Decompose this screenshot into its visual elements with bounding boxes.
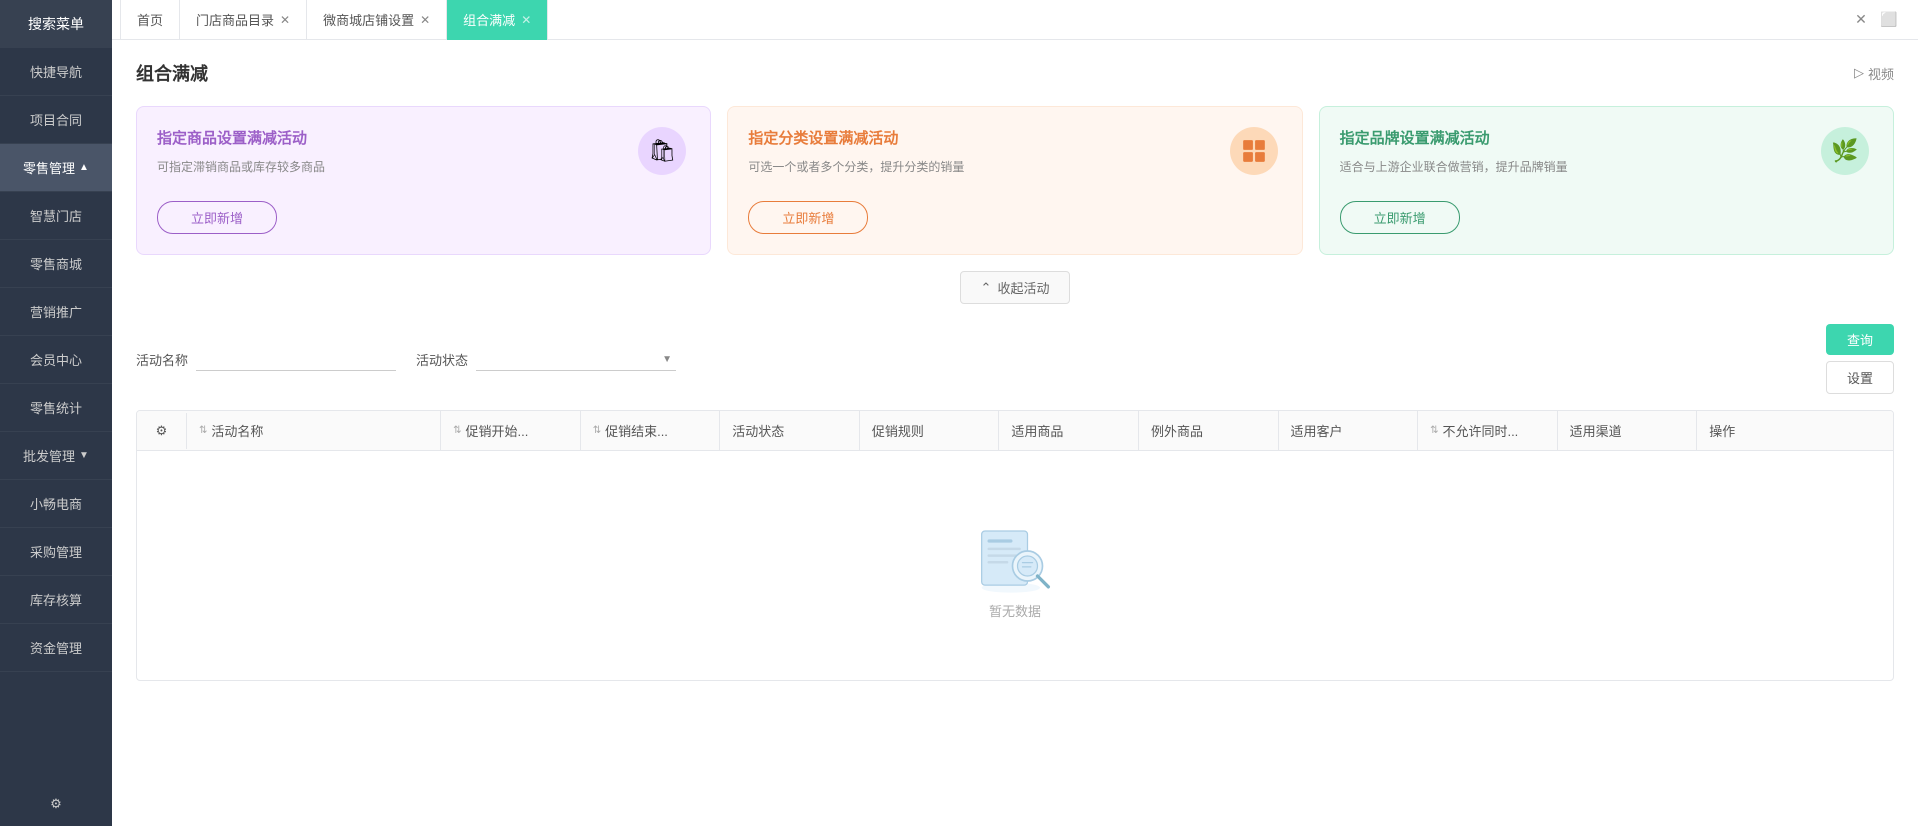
- category-card-title: 指定分类设置满减活动: [748, 127, 1281, 148]
- tab-close-product-catalog[interactable]: ✕: [280, 13, 290, 27]
- page-header: 组合满减 ▷ 视频: [136, 60, 1894, 86]
- th-applicable-goods: 适用商品: [999, 411, 1139, 450]
- filter-status-item: 活动状态 ▼: [416, 347, 676, 371]
- tab-wechat-shop[interactable]: 微商城店铺设置 ✕: [307, 0, 447, 40]
- empty-state: 暂无数据: [137, 451, 1893, 680]
- sidebar-item-smart-store[interactable]: 智慧门店: [0, 192, 112, 240]
- chevron-up-icon: ⌃: [981, 280, 992, 296]
- filter-name-item: 活动名称: [136, 347, 396, 371]
- brand-card-desc: 适合与上游企业联合做营销，提升品牌销量: [1340, 158, 1873, 177]
- filter-row: 活动名称 活动状态 ▼ 查询 设置: [136, 324, 1894, 394]
- tab-combo-discount[interactable]: 组合满减 ✕: [447, 0, 548, 40]
- sidebar-item-retail-mall[interactable]: 零售商城: [0, 240, 112, 288]
- category-card-desc: 可选一个或者多个分类，提升分类的销量: [748, 158, 1281, 177]
- empty-illustration: [965, 511, 1065, 601]
- activity-name-label: 活动名称: [136, 350, 188, 369]
- window-controls: ✕ ⬜: [1840, 9, 1910, 31]
- collapse-activities-button[interactable]: ⌃ 收起活动: [960, 271, 1071, 304]
- th-no-concurrent[interactable]: ⇅ 不允许同时...: [1418, 411, 1558, 450]
- product-card-desc: 可指定滞销商品或库存较多商品: [157, 158, 690, 177]
- sidebar-item-wholesale-mgmt[interactable]: 批发管理 ▼: [0, 432, 112, 480]
- activity-name-input[interactable]: [196, 347, 396, 371]
- activity-status-select-wrapper: ▼: [476, 347, 676, 371]
- th-applicable-channel: 适用渠道: [1558, 411, 1698, 450]
- chevron-up-icon: ▲: [79, 162, 89, 173]
- sidebar-item-project-contract[interactable]: 项目合同: [0, 96, 112, 144]
- tab-home[interactable]: 首页: [120, 0, 180, 40]
- th-exception-goods: 例外商品: [1139, 411, 1279, 450]
- empty-text: 暂无数据: [989, 601, 1041, 620]
- sidebar: 搜索菜单 快捷导航 项目合同 零售管理 ▲ 智慧门店 零售商城 营销推广 会员中…: [0, 0, 112, 826]
- gear-icon: ⚙: [156, 423, 168, 439]
- tab-close-wechat-shop[interactable]: ✕: [420, 13, 430, 27]
- tab-bar: 首页 门店商品目录 ✕ 微商城店铺设置 ✕ 组合满减 ✕ ✕ ⬜: [112, 0, 1918, 40]
- sidebar-item-quick-nav[interactable]: 快捷导航: [0, 48, 112, 96]
- cards-row: 指定商品设置满减活动 🛍 可指定滞销商品或库存较多商品 立即新增 指定分类设置满…: [136, 106, 1894, 255]
- th-promo-rule: 促销规则: [860, 411, 1000, 450]
- th-promo-start[interactable]: ⇅ 促销开始...: [441, 411, 581, 450]
- category-card: 指定分类设置满减活动 可选一个或者多个分类，提升分类的销量 立即新增: [727, 106, 1302, 255]
- th-gear[interactable]: ⚙: [137, 413, 187, 449]
- product-card: 指定商品设置满减活动 🛍 可指定滞销商品或库存较多商品 立即新增: [136, 106, 711, 255]
- sidebar-item-xiaochangec[interactable]: 小畅电商: [0, 480, 112, 528]
- sidebar-item-retail-stats[interactable]: 零售统计: [0, 384, 112, 432]
- sidebar-item-purchase-mgmt[interactable]: 采购管理: [0, 528, 112, 576]
- sidebar-item-member-center[interactable]: 会员中心: [0, 336, 112, 384]
- play-icon: ▷: [1854, 65, 1864, 81]
- sidebar-item-marketing[interactable]: 营销推广: [0, 288, 112, 336]
- activity-status-label: 活动状态: [416, 350, 468, 369]
- sidebar-item-fund-mgmt[interactable]: 资金管理: [0, 624, 112, 672]
- th-activity-name[interactable]: ⇅ 活动名称: [187, 411, 441, 450]
- close-window-button[interactable]: ✕: [1850, 9, 1872, 31]
- brand-card-title: 指定品牌设置满减活动: [1340, 127, 1873, 148]
- activity-status-select[interactable]: [476, 347, 676, 371]
- brand-card-add-button[interactable]: 立即新增: [1340, 201, 1460, 234]
- data-table: ⚙ ⇅ 活动名称 ⇅ 促销开始... ⇅ 促销结束... 活动状态: [136, 410, 1894, 681]
- brand-card: 指定品牌设置满减活动 🌿 适合与上游企业联合做营销，提升品牌销量 立即新增: [1319, 106, 1894, 255]
- sidebar-item-retail-mgmt[interactable]: 零售管理 ▲: [0, 144, 112, 192]
- chevron-down-icon: ▼: [79, 450, 89, 461]
- setting-button[interactable]: 设置: [1826, 361, 1894, 394]
- table-header: ⚙ ⇅ 活动名称 ⇅ 促销开始... ⇅ 促销结束... 活动状态: [137, 411, 1893, 451]
- category-card-icon: [1230, 127, 1278, 175]
- brand-card-icon: 🌿: [1821, 127, 1869, 175]
- sort-icon: ⇅: [593, 425, 601, 436]
- page-content: 组合满减 ▷ 视频 指定商品设置满减活动 🛍 可指定滞销商品或库存较多商品 立即…: [112, 40, 1918, 826]
- product-card-title: 指定商品设置满减活动: [157, 127, 690, 148]
- query-button[interactable]: 查询: [1826, 324, 1894, 355]
- collapse-row: ⌃ 收起活动: [136, 271, 1894, 304]
- th-promo-end[interactable]: ⇅ 促销结束...: [581, 411, 721, 450]
- sort-icon: ⇅: [1430, 425, 1438, 436]
- product-card-add-button[interactable]: 立即新增: [157, 201, 277, 234]
- category-card-add-button[interactable]: 立即新增: [748, 201, 868, 234]
- maximize-window-button[interactable]: ⬜: [1878, 9, 1900, 31]
- tab-product-catalog[interactable]: 门店商品目录 ✕: [180, 0, 307, 40]
- product-card-icon: 🛍: [638, 127, 686, 175]
- main-area: 首页 门店商品目录 ✕ 微商城店铺设置 ✕ 组合满减 ✕ ✕ ⬜ 组合满减 ▷ …: [112, 0, 1918, 826]
- page-title: 组合满减: [136, 60, 208, 86]
- th-applicable-customer: 适用客户: [1279, 411, 1419, 450]
- th-operations: 操作: [1697, 411, 1893, 450]
- settings-icon[interactable]: ⚙: [0, 782, 112, 826]
- video-link[interactable]: ▷ 视频: [1854, 64, 1894, 83]
- th-activity-status: 活动状态: [720, 411, 860, 450]
- tab-close-combo-discount[interactable]: ✕: [521, 13, 531, 27]
- sidebar-item-inventory-calc[interactable]: 库存核算: [0, 576, 112, 624]
- sort-icon: ⇅: [199, 425, 207, 436]
- filter-buttons: 查询 设置: [1826, 324, 1894, 394]
- sort-icon: ⇅: [453, 425, 461, 436]
- sidebar-search[interactable]: 搜索菜单: [0, 0, 112, 48]
